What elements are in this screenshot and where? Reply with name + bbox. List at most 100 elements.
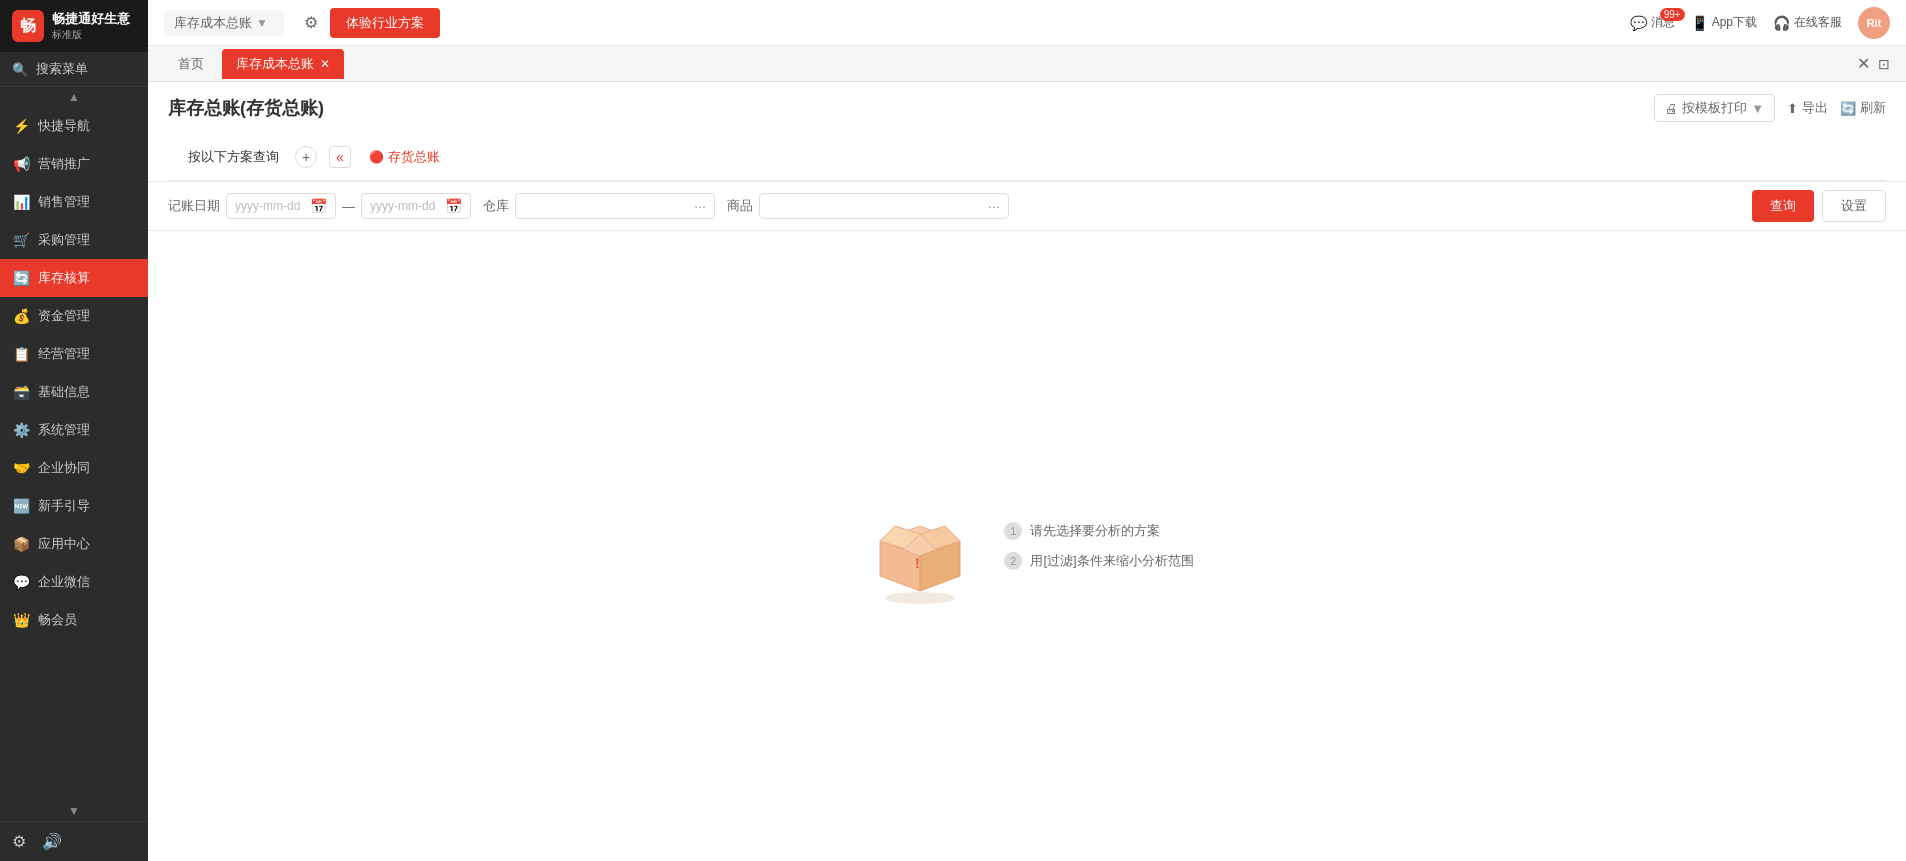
sidebar-item-label: 资金管理: [38, 307, 136, 325]
topbar-left: 库存成本总账 ▼ ⚙ 体验行业方案: [164, 8, 1630, 38]
headset-icon: 🎧: [1773, 15, 1790, 31]
warehouse-input[interactable]: ···: [515, 193, 715, 219]
sidebar-item-inventory[interactable]: 🔄 库存核算: [0, 259, 148, 297]
calendar-start-icon: 📅: [310, 198, 327, 214]
sidebar-search[interactable]: 🔍 搜索菜单: [0, 52, 148, 87]
marketing-icon: 📢: [12, 156, 30, 172]
sidebar-item-wechat[interactable]: 💬 企业微信: [0, 563, 148, 601]
content-area: 库存总账(存货总账) 🖨 按模板打印 ▼ ⬆ 导出 🔄 刷新: [148, 82, 1906, 861]
page-title-actions: 🖨 按模板打印 ▼ ⬆ 导出 🔄 刷新: [1654, 94, 1886, 122]
message-icon: 💬: [1630, 15, 1647, 31]
filter-add-button[interactable]: +: [295, 146, 317, 168]
topbar-right: 💬 消息 99+ 📱 App下载 🎧 在线客服 Rit: [1630, 7, 1890, 39]
refresh-button[interactable]: 🔄 刷新: [1840, 99, 1886, 117]
print-label: 按模板打印: [1682, 99, 1747, 117]
app-download-button[interactable]: 📱 App下载: [1691, 14, 1757, 31]
tab-inventory-cost[interactable]: 库存成本总账 ✕: [222, 49, 344, 79]
refresh-icon: 🔄: [1840, 101, 1856, 116]
mobile-icon: 📱: [1691, 15, 1708, 31]
sidebar-scroll-down[interactable]: ▼: [0, 801, 148, 821]
app-logo: 畅 畅捷通好生意 标准版: [0, 0, 148, 52]
app-badge: 标准版: [52, 28, 130, 42]
tab-home[interactable]: 首页: [164, 49, 218, 79]
svg-text:!: !: [915, 555, 920, 571]
filter-scheme-item[interactable]: 🔴 存货总账: [363, 146, 446, 168]
sidebar-item-member[interactable]: 👑 畅会员: [0, 601, 148, 639]
empty-box-svg: !: [860, 486, 980, 606]
print-chevron-icon: ▼: [1751, 101, 1764, 116]
online-service-label: 在线客服: [1794, 14, 1842, 31]
query-button[interactable]: 查询: [1752, 190, 1814, 222]
warehouse-more-icon[interactable]: ···: [694, 198, 706, 214]
settings-button[interactable]: 设置: [1822, 190, 1886, 222]
svg-point-6: [885, 592, 955, 604]
sidebar-item-label: 应用中心: [38, 535, 136, 553]
sidebar-item-sales[interactable]: 📊 销售管理: [0, 183, 148, 221]
goods-label: 商品: [727, 197, 753, 215]
settings-icon[interactable]: ⚙: [12, 832, 26, 851]
sidebar-item-system[interactable]: ⚙️ 系统管理: [0, 411, 148, 449]
export-label: 导出: [1802, 99, 1828, 117]
goods-more-icon[interactable]: ···: [988, 198, 1000, 214]
page-title: 库存总账(存货总账): [168, 96, 324, 120]
sidebar-item-label: 企业微信: [38, 573, 136, 591]
topbar-title-area[interactable]: 库存成本总账 ▼: [164, 10, 284, 36]
wechat-icon: 💬: [12, 574, 30, 590]
empty-state-inner: ! 1 请先选择要分析的方案 2 用[过滤]条件来缩小分析范围: [860, 486, 1193, 606]
date-separator: —: [342, 199, 355, 214]
search-icon: 🔍: [12, 62, 28, 77]
print-icon: 🖨: [1665, 101, 1678, 116]
topbar: 库存成本总账 ▼ ⚙ 体验行业方案 💬 消息 99+ 📱 App下载 🎧 在线客…: [148, 0, 1906, 46]
system-icon: ⚙️: [12, 422, 30, 438]
online-service-button[interactable]: 🎧 在线客服: [1773, 14, 1842, 31]
app-name: 畅捷通好生意: [52, 10, 130, 28]
refresh-label: 刷新: [1860, 99, 1886, 117]
message-button[interactable]: 💬 消息 99+: [1630, 14, 1675, 31]
tip-item-2: 2 用[过滤]条件来缩小分析范围: [1004, 552, 1193, 570]
user-avatar[interactable]: Rit: [1858, 7, 1890, 39]
export-button[interactable]: ⬆ 导出: [1787, 99, 1828, 117]
resize-icon[interactable]: ⊡: [1878, 56, 1890, 72]
chevron-down-icon: ▼: [256, 16, 268, 30]
export-icon: ⬆: [1787, 101, 1798, 116]
sidebar-search-label: 搜索菜单: [36, 60, 88, 78]
sidebar-item-appstore[interactable]: 📦 应用中心: [0, 525, 148, 563]
goods-input[interactable]: ···: [759, 193, 1009, 219]
sidebar-item-finance[interactable]: 💰 资金管理: [0, 297, 148, 335]
inventory-icon: 🔄: [12, 270, 30, 286]
sidebar-item-label: 快捷导航: [38, 117, 136, 135]
filter-row: 记账日期 yyyy-mm-dd 📅 — yyyy-mm-dd 📅 仓库 ···: [148, 182, 1906, 231]
sidebar-scroll-up[interactable]: ▲: [0, 87, 148, 107]
sidebar-item-label: 采购管理: [38, 231, 136, 249]
sidebar-item-basic[interactable]: 🗃️ 基础信息: [0, 373, 148, 411]
sidebar-item-cooperation[interactable]: 🤝 企业协同: [0, 449, 148, 487]
print-button[interactable]: 🖨 按模板打印 ▼: [1654, 94, 1775, 122]
filter-collapse-button[interactable]: «: [329, 146, 351, 168]
sidebar-item-marketing[interactable]: 📢 营销推广: [0, 145, 148, 183]
topbar-title: 库存成本总账: [174, 14, 252, 32]
date-filter-group: 记账日期 yyyy-mm-dd 📅 — yyyy-mm-dd 📅: [168, 193, 471, 219]
tab-close-icon[interactable]: ✕: [320, 57, 330, 71]
user-name: Rit: [1867, 17, 1882, 29]
app-download-label: App下载: [1712, 14, 1757, 31]
sidebar: 畅 畅捷通好生意 标准版 🔍 搜索菜单 ▲ ⚡ 快捷导航 📢 营销推广 📊 销售…: [0, 0, 148, 861]
speaker-icon[interactable]: 🔊: [42, 832, 62, 851]
guide-icon: 🆕: [12, 498, 30, 514]
sidebar-item-purchase[interactable]: 🛒 采购管理: [0, 221, 148, 259]
member-icon: 👑: [12, 612, 30, 628]
sidebar-item-quick-nav[interactable]: ⚡ 快捷导航: [0, 107, 148, 145]
promo-button[interactable]: 体验行业方案: [330, 8, 440, 38]
sidebar-item-label: 新手引导: [38, 497, 136, 515]
close-panel-icon[interactable]: ✕: [1857, 54, 1870, 73]
date-end-input[interactable]: yyyy-mm-dd 📅: [361, 193, 471, 219]
sidebar-item-label: 库存核算: [38, 269, 136, 287]
date-start-input[interactable]: yyyy-mm-dd 📅: [226, 193, 336, 219]
sidebar-item-label: 销售管理: [38, 193, 136, 211]
tip-num-2: 2: [1004, 552, 1022, 570]
main-area: 库存成本总账 ▼ ⚙ 体验行业方案 💬 消息 99+ 📱 App下载 🎧 在线客…: [148, 0, 1906, 861]
sidebar-item-operation[interactable]: 📋 经营管理: [0, 335, 148, 373]
topbar-gear-icon[interactable]: ⚙: [304, 13, 318, 32]
finance-icon: 💰: [12, 308, 30, 324]
page-header: 库存总账(存货总账) 🖨 按模板打印 ▼ ⬆ 导出 🔄 刷新: [148, 82, 1906, 182]
sidebar-item-guide[interactable]: 🆕 新手引导: [0, 487, 148, 525]
